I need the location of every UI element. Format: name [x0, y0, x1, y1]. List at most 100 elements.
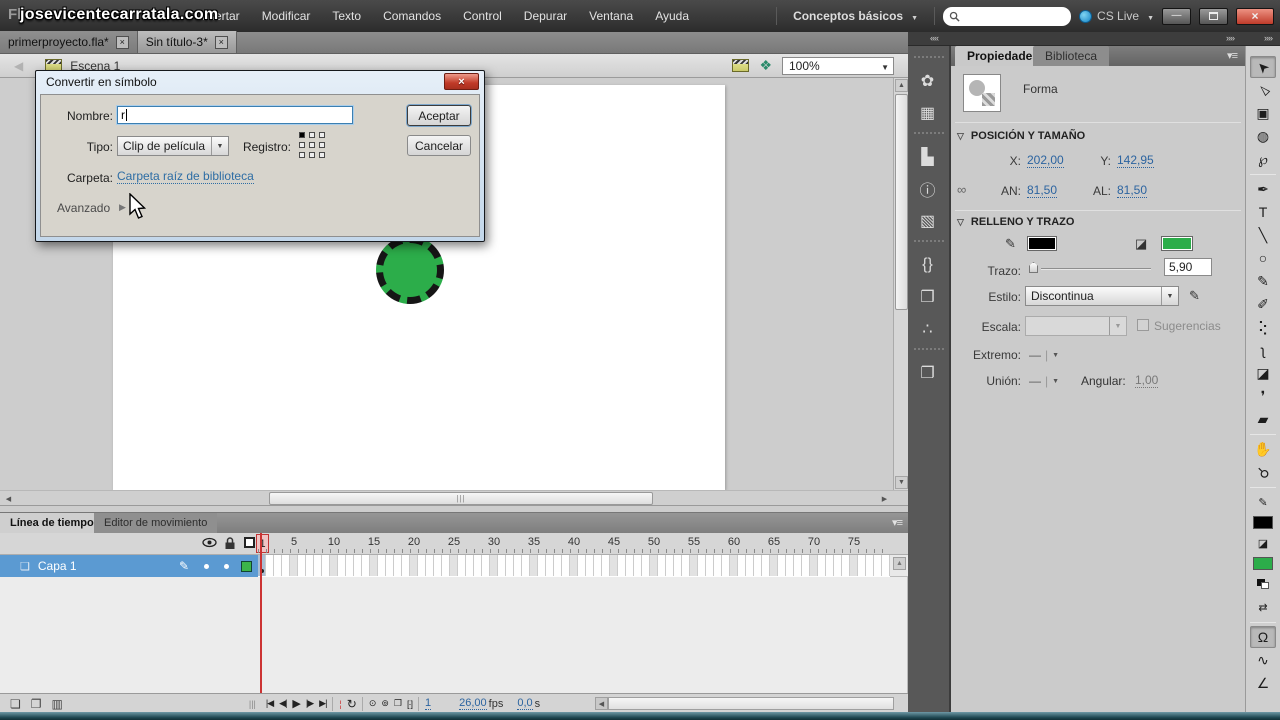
snap-magnet-icon[interactable]: Ω — [1250, 626, 1276, 648]
playhead-line[interactable] — [260, 533, 262, 693]
frame-cell[interactable] — [642, 555, 650, 576]
frame-cell[interactable] — [370, 555, 378, 576]
menu-control[interactable]: Control — [452, 0, 513, 32]
width-value[interactable]: 81,50 — [1027, 184, 1058, 198]
frame-cell[interactable] — [818, 555, 826, 576]
frame-cell[interactable] — [722, 555, 730, 576]
info-panel-icon[interactable]: ⓘ — [914, 176, 942, 202]
eyedropper-tool[interactable]: ❜ — [1250, 385, 1276, 407]
frame-cell[interactable] — [530, 555, 538, 576]
menu-modificar[interactable]: Modificar — [251, 0, 322, 32]
frame-cell[interactable] — [394, 555, 402, 576]
back-arrow-icon[interactable]: ◀ — [14, 59, 23, 73]
frame-cell[interactable] — [714, 555, 722, 576]
edit-stroke-style-icon[interactable]: ✎ — [1189, 288, 1200, 304]
frame-cell[interactable] — [386, 555, 394, 576]
frame-cell[interactable] — [306, 555, 314, 576]
library-root-folder-link[interactable]: Carpeta raíz de biblioteca — [117, 169, 254, 184]
symbol-type-dropdown[interactable]: Clip de película — [117, 136, 229, 156]
3d-rotation-tool[interactable]: ◍ — [1250, 125, 1276, 147]
close-button[interactable]: × — [1236, 7, 1274, 25]
layer-outline-color-swatch[interactable] — [241, 560, 252, 572]
accept-button[interactable]: Aceptar — [407, 105, 471, 126]
color-panel-icon[interactable]: ✿ — [914, 68, 942, 94]
frame-cell[interactable] — [794, 555, 802, 576]
new-folder-icon[interactable]: ❐ — [31, 697, 42, 711]
swap-colors-icon[interactable]: ⇄ — [1250, 596, 1276, 618]
scroll-down-icon[interactable]: ▼ — [895, 476, 908, 489]
frame-cell[interactable] — [482, 555, 490, 576]
menu-depurar[interactable]: Depurar — [513, 0, 578, 32]
menu-ventana[interactable]: Ventana — [578, 0, 644, 32]
step-back-button[interactable]: ◀| — [279, 698, 287, 709]
frame-cell[interactable] — [674, 555, 682, 576]
frame-cell[interactable] — [450, 555, 458, 576]
frame-cell[interactable] — [466, 555, 474, 576]
tab-sin-titulo-3[interactable]: Sin título-3* — [137, 31, 237, 53]
frame-cell[interactable] — [634, 555, 642, 576]
layer-row[interactable]: ❏ Capa 1 ✎ — [0, 555, 908, 577]
scrollbar-thumb[interactable]: ||| — [269, 492, 653, 505]
spray-brush-tool[interactable]: ⢕ — [1250, 316, 1276, 338]
collapse-left-icon[interactable]: «« — [930, 33, 939, 43]
subselection-tool[interactable]: ▻ — [1250, 79, 1276, 101]
frame-cell[interactable] — [346, 555, 354, 576]
registration-point[interactable] — [299, 152, 305, 158]
frame-cell[interactable] — [546, 555, 554, 576]
timeline-scroll-up-icon[interactable]: ▲ — [893, 557, 906, 570]
step-forward-button[interactable]: |▶ — [306, 698, 314, 709]
frame-cell[interactable] — [810, 555, 818, 576]
frame-cell[interactable] — [314, 555, 322, 576]
hints-checkbox[interactable] — [1137, 319, 1149, 331]
layer-lock-dot[interactable] — [224, 563, 229, 569]
cancel-button[interactable]: Cancelar — [407, 135, 471, 156]
frame-cell[interactable] — [570, 555, 578, 576]
frame-cell[interactable] — [802, 555, 810, 576]
section-position-size[interactable]: POSICIÓN Y TAMAÑO — [957, 130, 1085, 142]
height-value[interactable]: 81,50 — [1117, 184, 1148, 198]
frame-cell[interactable] — [842, 555, 850, 576]
cap-dropdown[interactable]: — | — [1029, 348, 1059, 362]
fill-color-swatch[interactable] — [1253, 557, 1273, 570]
selected-circle-shape[interactable] — [376, 236, 444, 304]
y-value[interactable]: 142,95 — [1117, 154, 1154, 168]
panel-menu-icon[interactable]: ▾≡ — [1227, 49, 1238, 62]
frame-cell[interactable] — [290, 555, 298, 576]
frame-cell[interactable] — [626, 555, 634, 576]
layer-name[interactable]: Capa 1 — [38, 559, 77, 573]
menu-comandos[interactable]: Comandos — [372, 0, 452, 32]
registration-point[interactable] — [299, 142, 305, 148]
smooth-icon[interactable]: ∿ — [1250, 649, 1276, 671]
registration-point[interactable] — [299, 132, 305, 138]
frame-cell[interactable] — [858, 555, 866, 576]
frame-cell[interactable] — [682, 555, 690, 576]
panel-menu-icon[interactable]: ▾≡ — [892, 516, 903, 529]
lasso-tool[interactable]: ℘ — [1250, 148, 1276, 170]
fill-color-bucket-icon[interactable]: ◪ — [1250, 532, 1276, 554]
zoom-tool[interactable]: ⚲ — [1250, 461, 1276, 483]
tab-primerproyecto[interactable]: primerproyecto.fla* — [0, 31, 138, 53]
registration-point[interactable] — [309, 142, 315, 148]
frame-cell[interactable] — [738, 555, 746, 576]
frame-cell[interactable] — [746, 555, 754, 576]
frame-cell[interactable] — [266, 555, 274, 576]
scroll-up-icon[interactable]: ▲ — [895, 79, 908, 92]
symbol-name-input[interactable] — [117, 106, 353, 124]
tab-close-icon[interactable] — [214, 35, 228, 49]
cs-live-button[interactable]: CS Live — [1079, 9, 1139, 23]
miter-value[interactable]: 1,00 — [1135, 374, 1159, 388]
elapsed-time-value[interactable]: 0,0 — [517, 697, 533, 710]
minimize-button[interactable]: — — [1162, 7, 1191, 25]
gripper[interactable]: ||| — [249, 699, 256, 709]
black-white-icon[interactable] — [1250, 573, 1276, 595]
oval-tool[interactable]: ○ — [1250, 247, 1276, 269]
stroke-width-input[interactable]: 5,90 — [1164, 258, 1212, 276]
frame-cell[interactable] — [434, 555, 442, 576]
registration-point[interactable] — [319, 142, 325, 148]
fill-color-swatch[interactable] — [1161, 236, 1193, 251]
timeline-horizontal-scrollbar[interactable]: ◀ — [595, 697, 894, 710]
stroke-slider-thumb[interactable] — [1029, 262, 1038, 273]
scale-dropdown[interactable] — [1025, 316, 1127, 336]
frame-cell[interactable] — [338, 555, 346, 576]
frame-cell[interactable] — [866, 555, 874, 576]
